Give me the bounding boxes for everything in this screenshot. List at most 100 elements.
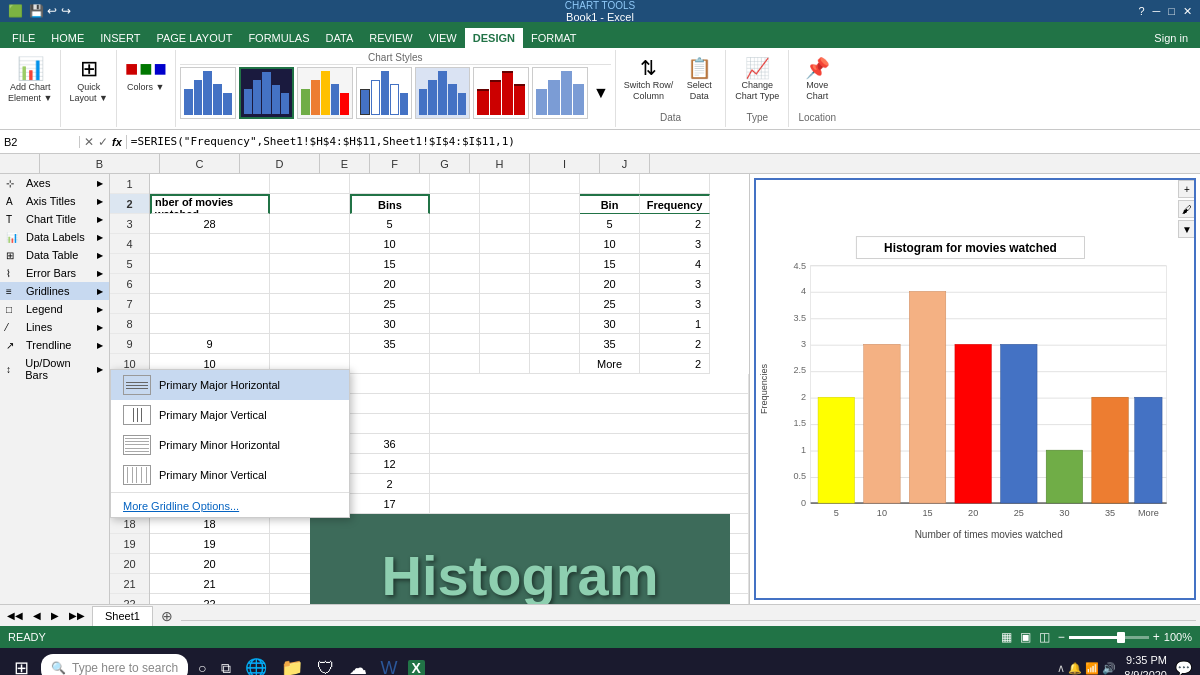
cell-d6[interactable]: 20 <box>350 274 430 294</box>
gridlines-option-primary-major-vertical[interactable]: Primary Major Vertical <box>111 400 349 430</box>
cell-e2[interactable] <box>430 194 480 214</box>
cell-c1[interactable] <box>270 174 350 194</box>
formula-confirm-icon[interactable]: ✓ <box>98 135 108 149</box>
add-chart-element-button[interactable]: 📊 Add ChartElement ▼ <box>6 54 54 106</box>
tab-insert[interactable]: INSERT <box>92 28 148 48</box>
formula-cancel-icon[interactable]: ✕ <box>84 135 94 149</box>
chart-style-1[interactable] <box>180 67 236 119</box>
tab-design[interactable]: DESIGN <box>465 28 523 48</box>
cell-i9[interactable]: 2 <box>640 334 710 354</box>
tab-file[interactable]: FILE <box>4 28 43 48</box>
col-header-i[interactable]: I <box>530 154 600 173</box>
cell-b4[interactable] <box>150 234 270 254</box>
excel-taskbar-icon[interactable]: X <box>408 660 425 675</box>
cell-d15[interactable]: 12 <box>350 454 430 474</box>
gridlines-option-primary-minor-vertical[interactable]: Primary Minor Vertical <box>111 460 349 490</box>
word-icon[interactable]: W <box>377 658 402 676</box>
start-button[interactable]: ⊞ <box>8 657 35 675</box>
sidebar-item-updown-bars[interactable]: ↕ Up/Down Bars ▶ <box>0 354 109 384</box>
cell-f1[interactable] <box>480 174 530 194</box>
cell-h5[interactable]: 15 <box>580 254 640 274</box>
tab-page-layout[interactable]: PAGE LAYOUT <box>148 28 240 48</box>
cell-h10[interactable]: More <box>580 354 640 374</box>
quick-layout-button[interactable]: ⊞ QuickLayout ▼ <box>67 54 109 106</box>
normal-view-icon[interactable]: ▦ <box>1001 630 1012 644</box>
tab-review[interactable]: REVIEW <box>361 28 420 48</box>
cell-h2[interactable]: Bin <box>580 194 640 214</box>
sheet-tab-scroll-fwd[interactable]: ▶ <box>48 610 62 621</box>
row-num-7[interactable]: 7 <box>110 294 149 314</box>
col-header-c[interactable]: C <box>160 154 240 173</box>
cell-h7[interactable]: 25 <box>580 294 640 314</box>
row-num-6[interactable]: 6 <box>110 274 149 294</box>
sidebar-item-gridlines[interactable]: ≡ Gridlines ▶ <box>0 282 109 300</box>
cell-h3[interactable]: 5 <box>580 214 640 234</box>
col-header-g[interactable]: G <box>420 154 470 173</box>
sheet-tab-scroll-end[interactable]: ▶▶ <box>66 610 88 621</box>
cell-h4[interactable]: 10 <box>580 234 640 254</box>
cell-d4[interactable]: 10 <box>350 234 430 254</box>
col-header-h[interactable]: H <box>470 154 530 173</box>
cell-g2[interactable] <box>530 194 580 214</box>
cell-b2[interactable]: nber of movies watched <box>150 194 270 214</box>
formula-fx-icon[interactable]: fx <box>112 136 122 148</box>
tab-data[interactable]: DATA <box>318 28 362 48</box>
move-chart-button[interactable]: 📌 MoveChart <box>797 54 837 104</box>
sign-in[interactable]: Sign in <box>1142 28 1200 48</box>
chart-style-4[interactable] <box>356 67 412 119</box>
row-num-9[interactable]: 9 <box>110 334 149 354</box>
onedrive-icon[interactable]: ☁ <box>345 657 371 675</box>
cell-d8[interactable]: 30 <box>350 314 430 334</box>
switch-row-column-button[interactable]: ⇅ Switch Row/Column <box>622 54 676 104</box>
tab-formulas[interactable]: FORMULAS <box>240 28 317 48</box>
chart-style-5[interactable] <box>415 67 471 119</box>
sheet-tab-scroll-back[interactable]: ◀ <box>30 610 44 621</box>
cell-d3[interactable]: 5 <box>350 214 430 234</box>
colors-button[interactable]: ■■■ Colors ▼ <box>123 54 169 94</box>
cell-h6[interactable]: 20 <box>580 274 640 294</box>
sidebar-item-data-labels[interactable]: 📊 Data Labels ▶ <box>0 228 109 246</box>
edge-icon[interactable]: 🌐 <box>241 657 271 675</box>
cell-d17[interactable]: 17 <box>350 494 430 514</box>
file-explorer-icon[interactable]: 📁 <box>277 657 307 675</box>
page-layout-view-icon[interactable]: ▣ <box>1020 630 1031 644</box>
sidebar-item-legend[interactable]: □ Legend ▶ <box>0 300 109 318</box>
minimize-icon[interactable]: ─ <box>1153 5 1161 17</box>
cell-d16[interactable]: 2 <box>350 474 430 494</box>
cell-i6[interactable]: 3 <box>640 274 710 294</box>
chart-filter-button[interactable]: ▼ <box>1178 220 1196 238</box>
add-sheet-button[interactable]: ⊕ <box>157 608 177 624</box>
tab-format[interactable]: FORMAT <box>523 28 585 48</box>
col-header-j[interactable]: J <box>600 154 650 173</box>
row-num-5[interactable]: 5 <box>110 254 149 274</box>
row-num-19[interactable]: 19 <box>110 534 149 554</box>
sidebar-item-lines[interactable]: ∕ Lines ▶ <box>0 318 109 336</box>
sidebar-item-axes[interactable]: ⊹ Axes ▶ <box>0 174 109 192</box>
sidebar-item-error-bars[interactable]: ⌇ Error Bars ▶ <box>0 264 109 282</box>
close-icon[interactable]: ✕ <box>1183 5 1192 18</box>
chart-style-6[interactable] <box>473 67 529 119</box>
cell-b1[interactable] <box>150 174 270 194</box>
row-num-2[interactable]: 2 <box>110 194 149 214</box>
row-num-3[interactable]: 3 <box>110 214 149 234</box>
row-num-1[interactable]: 1 <box>110 174 149 194</box>
tab-home[interactable]: HOME <box>43 28 92 48</box>
cell-i2[interactable]: Frequency <box>640 194 710 214</box>
change-chart-type-button[interactable]: 📈 ChangeChart Type <box>732 54 782 104</box>
gridlines-option-primary-major-horizontal[interactable]: Primary Major Horizontal <box>111 370 349 400</box>
row-num-22[interactable]: 22 <box>110 594 149 604</box>
cell-i10[interactable]: 2 <box>640 354 710 374</box>
cell-e1[interactable] <box>430 174 480 194</box>
cell-h8[interactable]: 30 <box>580 314 640 334</box>
row-num-4[interactable]: 4 <box>110 234 149 254</box>
select-data-button[interactable]: 📋 SelectData <box>679 54 719 104</box>
cell-d5[interactable]: 15 <box>350 254 430 274</box>
zoom-out-icon[interactable]: − <box>1058 630 1065 644</box>
col-header-b[interactable]: B <box>40 154 160 173</box>
page-break-view-icon[interactable]: ◫ <box>1039 630 1050 644</box>
cell-h1[interactable] <box>580 174 640 194</box>
cell-i3[interactable]: 2 <box>640 214 710 234</box>
row-num-8[interactable]: 8 <box>110 314 149 334</box>
sidebar-item-trendline[interactable]: ↗ Trendline ▶ <box>0 336 109 354</box>
gridlines-option-primary-minor-horizontal[interactable]: Primary Minor Horizontal <box>111 430 349 460</box>
